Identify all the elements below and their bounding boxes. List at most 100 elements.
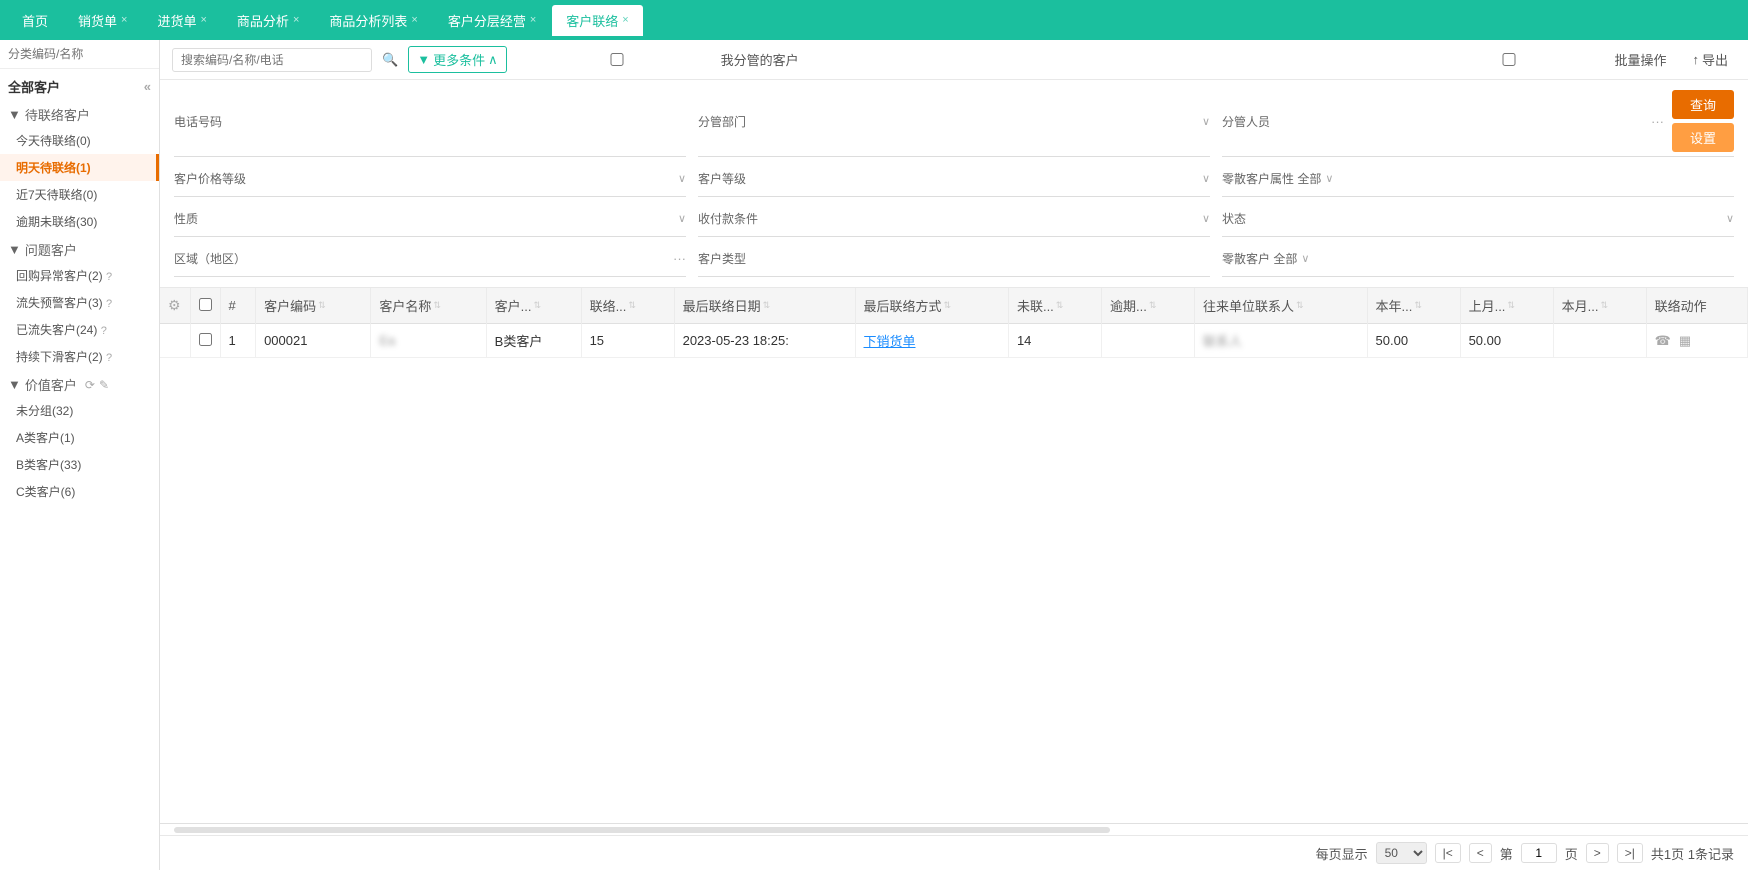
col-code[interactable]: 客户编码 ⇅ (256, 288, 371, 324)
query-button[interactable]: 查询 (1672, 90, 1734, 119)
filter-bar: 🔍 ▼ 更多条件 ∧ 我分管的客户 批量操作 ↑ 导出 (160, 40, 1748, 80)
col-last-month[interactable]: 上月... ⇅ (1460, 288, 1553, 324)
filter-phone-input[interactable] (244, 112, 686, 130)
per-page-select[interactable]: 50 100 200 (1376, 842, 1427, 864)
filter-customer-level-chevron-icon[interactable]: ∨ (1202, 172, 1210, 185)
close-purchase-order-icon[interactable]: × (200, 14, 206, 26)
batch-checkbox[interactable] (1409, 53, 1609, 66)
filter-retail-customer-chevron-icon[interactable]: ∨ (1301, 252, 1309, 265)
group-problem-customers[interactable]: ▼ 问题客户 (0, 235, 159, 262)
col-this-year[interactable]: 本年... ⇅ (1367, 288, 1460, 324)
close-sales-order-icon[interactable]: × (121, 14, 127, 26)
col-contact[interactable]: 联络... ⇅ (581, 288, 674, 324)
nav-product-analysis-list[interactable]: 商品分析列表 × (315, 5, 431, 36)
sidebar-item-tomorrow-pending[interactable]: 明天待联络(1) (0, 154, 159, 181)
filter-person: 分管人员 ··· 查询 设置 (1222, 90, 1734, 157)
nav-customer-contact[interactable]: 客户联络 × (552, 5, 642, 36)
filter-status-chevron-icon[interactable]: ∨ (1726, 212, 1734, 225)
sidebar-item-7days-pending[interactable]: 近7天待联络(0) (0, 181, 159, 208)
filter-person-dots-icon[interactable]: ··· (1651, 114, 1664, 129)
col-this-month[interactable]: 本月... ⇅ (1553, 288, 1646, 324)
sidebar-item-churned[interactable]: 已流失客户(24) ? (0, 316, 159, 343)
col-unit-contact[interactable]: 往来单位联系人 ⇅ (1195, 288, 1368, 324)
batch-op-btn[interactable]: 批量操作 (1401, 47, 1674, 72)
export-btn[interactable]: ↑ 导出 (1684, 47, 1736, 72)
filter-status-input[interactable] (1292, 210, 1722, 228)
row-checkbox[interactable] (199, 333, 212, 346)
value-edit-icon[interactable]: ✎ (99, 378, 109, 392)
filter-person-input[interactable] (1292, 112, 1647, 130)
filter-price-level-input[interactable] (246, 170, 674, 188)
sidebar-item-today-pending[interactable]: 今天待联络(0) (0, 127, 159, 154)
nav-product-analysis[interactable]: 商品分析 × (223, 5, 313, 36)
col-settings[interactable]: ⚙ (160, 288, 190, 324)
customer-table: ⚙ # 客户编码 ⇅ 客户名称 ⇅ 客户... ⇅ (160, 288, 1748, 358)
nav-home[interactable]: 首页 (8, 5, 62, 36)
close-customer-segment-icon[interactable]: × (530, 14, 536, 26)
sidebar-item-type-a[interactable]: A类客户(1) (0, 424, 159, 451)
action-phone-icon[interactable]: ☎ (1655, 333, 1671, 349)
nav-customer-segment[interactable]: 客户分层经营 × (434, 5, 550, 36)
page-input[interactable] (1521, 843, 1557, 863)
col-name[interactable]: 客户名称 ⇅ (371, 288, 486, 324)
filter-customer-type-input[interactable] (768, 250, 1210, 268)
sidebar-collapse-icon[interactable]: « (144, 79, 151, 94)
last-page-btn[interactable]: >| (1617, 843, 1643, 863)
filter-price-level-chevron-icon[interactable]: ∨ (678, 172, 686, 185)
sidebar-item-repurchase-anomaly[interactable]: 回购异常客户(2) ? (0, 262, 159, 289)
set-button[interactable]: 设置 (1672, 123, 1734, 152)
close-customer-contact-icon[interactable]: × (622, 14, 628, 26)
col-checkbox[interactable] (190, 288, 220, 324)
search-input[interactable] (172, 48, 372, 72)
filter-customer-level-input[interactable] (768, 170, 1198, 188)
col-last-method[interactable]: 最后联络方式 ⇅ (855, 288, 1008, 324)
sidebar-item-ungrouped[interactable]: 未分组(32) (0, 397, 159, 424)
my-customers-check[interactable] (517, 53, 717, 66)
sidebar-search-input[interactable] (8, 47, 160, 61)
col-index: # (220, 288, 256, 324)
filter-dept: 分管部门 ∨ (698, 90, 1210, 157)
filter-dept-input[interactable] (768, 112, 1198, 130)
sidebar-item-type-c[interactable]: C类客户(6) (0, 478, 159, 505)
filter-status-label: 状态 (1222, 210, 1292, 227)
cell-last-method[interactable]: 下销货单 (855, 324, 1008, 358)
nav-purchase-order[interactable]: 进货单 × (143, 5, 220, 36)
sort-unit-contact-icon: ⇅ (1296, 300, 1304, 311)
value-refresh-icon[interactable]: ⟳ (85, 378, 95, 392)
col-type[interactable]: 客户... ⇅ (486, 288, 581, 324)
filter-nature: 性质 ∨ (174, 205, 686, 237)
filter-region-dots-icon[interactable]: ··· (673, 251, 686, 266)
close-product-analysis-icon[interactable]: × (293, 14, 299, 26)
filter-payment-input[interactable] (768, 210, 1198, 228)
filter-dept-label: 分管部门 (698, 113, 768, 130)
more-conditions-btn[interactable]: ▼ 更多条件 ∧ (408, 46, 506, 73)
filter-region-input[interactable] (246, 250, 669, 268)
next-page-btn[interactable]: > (1586, 843, 1609, 863)
nav-sales-order[interactable]: 销货单 × (64, 5, 141, 36)
filter-nature-input[interactable] (244, 210, 674, 228)
filter-nature-chevron-icon[interactable]: ∨ (678, 212, 686, 225)
col-overdue[interactable]: 逾期... ⇅ (1101, 288, 1194, 324)
group-pending-contact[interactable]: ▼ 待联络客户 (0, 100, 159, 127)
sidebar-item-type-b[interactable]: B类客户(33) (0, 451, 159, 478)
h-scrollbar[interactable] (160, 823, 1748, 835)
select-all-checkbox[interactable] (199, 298, 212, 311)
filter-payment-chevron-icon[interactable]: ∨ (1202, 212, 1210, 225)
close-product-analysis-list-icon[interactable]: × (411, 14, 417, 26)
action-qr-icon[interactable]: ▦ (1679, 333, 1691, 349)
sidebar-item-overdue[interactable]: 逾期未联络(30) (0, 208, 159, 235)
col-unlinked[interactable]: 未联... ⇅ (1008, 288, 1101, 324)
my-customers-checkbox[interactable]: 我分管的客户 (517, 50, 799, 69)
first-page-btn[interactable]: |< (1435, 843, 1461, 863)
prev-page-btn[interactable]: < (1469, 843, 1492, 863)
filter-retail-attr-chevron-icon[interactable]: ∨ (1325, 172, 1333, 185)
sidebar-item-declining[interactable]: 持续下滑客户(2) ? (0, 343, 159, 370)
table-container: ⚙ # 客户编码 ⇅ 客户名称 ⇅ 客户... ⇅ (160, 288, 1748, 823)
group-value-customers[interactable]: ▼ 价值客户 ⟳ ✎ (0, 370, 159, 397)
sidebar-item-churn-warning[interactable]: 流失预警客户(3) ? (0, 289, 159, 316)
col-last-date[interactable]: 最后联络日期 ⇅ (674, 288, 855, 324)
search-icon[interactable]: 🔍 (382, 52, 398, 68)
cell-action[interactable]: ☎ ▦ (1646, 324, 1747, 358)
filter-dept-chevron-icon[interactable]: ∨ (1202, 115, 1210, 128)
cell-checkbox[interactable] (190, 324, 220, 358)
